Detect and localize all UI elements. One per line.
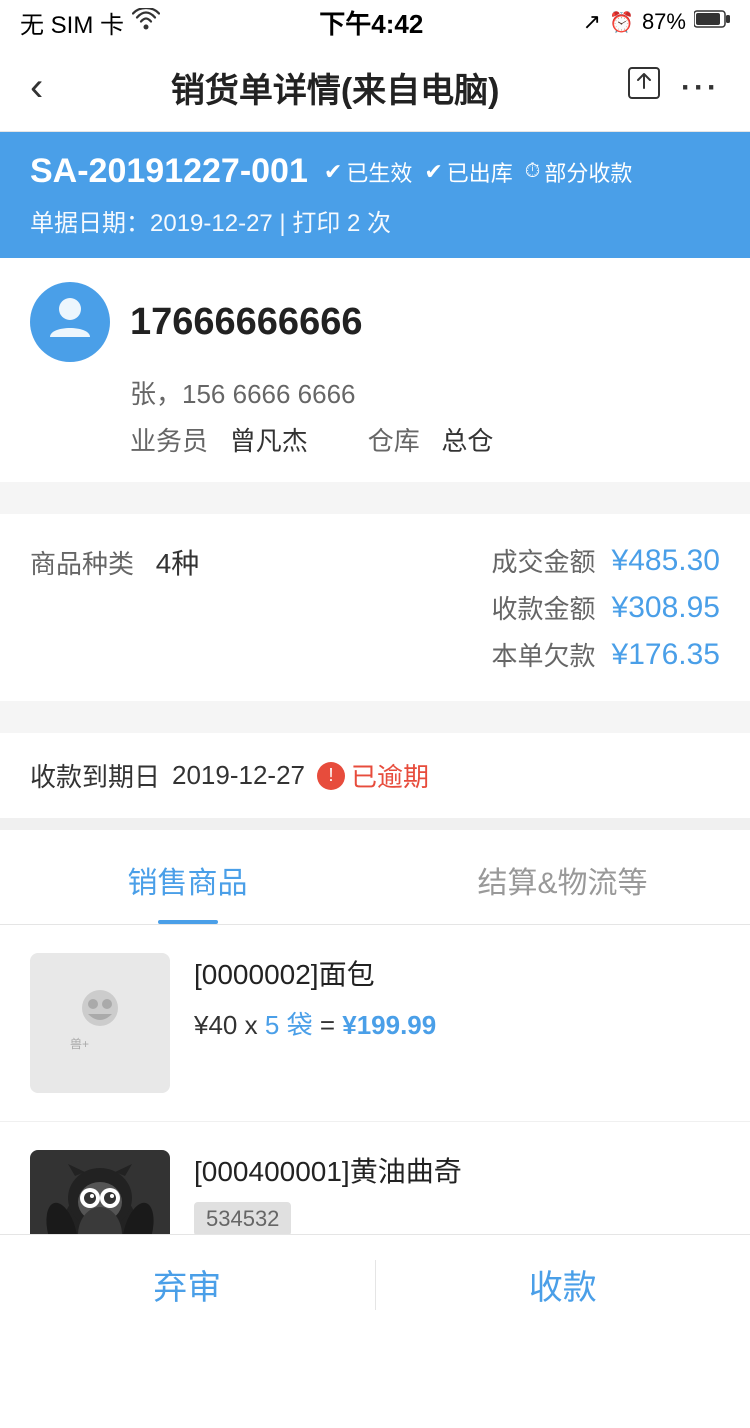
product-name-2: [000400001]黄油曲奇 [194,1150,720,1190]
share-button[interactable] [627,66,661,109]
badge-effective: ✔ 已生效 [324,156,412,188]
customer-name: 张，156 6666 6666 [130,374,720,411]
warehouse-value: 总仓 [441,426,493,456]
svg-text:兽+: 兽+ [70,1037,89,1051]
product-tag-2: 534532 [194,1202,291,1236]
product-qty-1: 5 袋 [265,1010,320,1040]
tabs-section: 销售商品 结算&物流等 [0,830,750,925]
amount-line: 成交金额 ¥485.30 [492,542,720,579]
thumb-placeholder-icon: 兽+ [60,976,140,1071]
status-time: 下午4:42 [319,4,423,41]
stats-right: 成交金额 ¥485.30 收款金额 ¥308.95 本单欠款 ¥176.35 [492,542,720,673]
debt-line: 本单欠款 ¥176.35 [492,636,720,673]
products-section: 兽+ [0000002]面包 ¥40 x 5 袋 = ¥199.99 [0,925,750,1428]
overdue-label: 收款到期日 [30,757,160,794]
tab-products[interactable]: 销售商品 [0,830,375,924]
amount-value: ¥485.30 [612,544,720,578]
stats-section: 商品种类 4种 成交金额 ¥485.30 收款金额 ¥308.95 本单欠款 ¥… [0,514,750,701]
overdue-section: 收款到期日 2019-12-27 ! 已逾期 [0,733,750,830]
sales-value: 曾凡杰 [230,426,308,456]
page-title: 销货单详情(来自电脑) [171,63,500,112]
product-info-1: [0000002]面包 ¥40 x 5 袋 = ¥199.99 [194,953,720,1042]
alarm-icon: ⏰ [609,10,634,35]
section-divider-2 [0,717,750,733]
amount-label: 成交金额 [492,542,596,579]
product-name-1: [0000002]面包 [194,953,720,993]
product-total-1: ¥199.99 [342,1010,436,1040]
warehouse-label: 仓库 总仓 [368,421,494,458]
header-date: 单据日期：2019-12-27 | 打印 2 次 [30,203,720,238]
nav-bar: ‹ 销货单详情(来自电脑) ··· [0,44,750,132]
overdue-badge: ! 已逾期 [317,757,429,794]
debt-label: 本单欠款 [492,636,596,673]
list-item: 兽+ [0000002]面包 ¥40 x 5 袋 = ¥199.99 [0,925,750,1122]
status-badges: ✔ 已生效 ✔ 已出库 ⏱ 部分收款 [324,156,633,188]
more-button[interactable]: ··· [681,71,720,105]
received-line: 收款金额 ¥308.95 [492,589,720,626]
overdue-status: 已逾期 [351,757,429,794]
bottom-bar: 弃审 收款 [0,1234,750,1334]
confirm-button[interactable]: 收款 [376,1260,750,1309]
customer-phone: 17666666666 [130,301,362,344]
debt-value: ¥176.35 [612,638,720,672]
product-type-label: 商品种类 4种 [30,542,199,582]
sales-label: 业务员 曾凡杰 [130,421,308,458]
product-price-1: ¥40 x 5 袋 = ¥199.99 [194,1005,720,1042]
back-button[interactable]: ‹ [30,65,43,110]
badge-partial: ⏱ 部分收款 [525,156,633,188]
status-icons: ↗ ⏰ 87% [583,8,730,36]
status-carrier: 无 SIM 卡 [20,5,160,40]
overdue-dot-icon: ! [317,762,345,790]
tab-settlement[interactable]: 结算&物流等 [375,830,750,924]
location-icon: ↗ [583,9,601,35]
product-thumbnail-1: 兽+ [30,953,170,1093]
overdue-date: 2019-12-27 [172,760,305,791]
wifi-icon [132,8,160,37]
customer-section: 17666666666 张，156 6666 6666 业务员 曾凡杰 仓库 总… [0,258,750,482]
status-bar: 无 SIM 卡 下午4:42 ↗ ⏰ 87% [0,0,750,44]
nav-actions: ··· [627,66,720,109]
cancel-button[interactable]: 弃审 [0,1260,375,1309]
bottom-spacer [0,1328,750,1428]
stats-left: 商品种类 4种 [30,542,199,586]
customer-meta: 业务员 曾凡杰 仓库 总仓 [130,421,720,458]
product-type-count: 4种 [156,548,200,579]
battery-percent: 87% [642,9,686,35]
received-value: ¥308.95 [612,591,720,625]
battery-icon [694,8,730,36]
section-divider-1 [0,498,750,514]
carrier-text: 无 SIM 卡 [20,5,124,40]
badge-shipped: ✔ 已出库 [424,156,512,188]
avatar [30,282,110,362]
header-banner: SA-20191227-001 ✔ 已生效 ✔ 已出库 ⏱ 部分收款 单据日期：… [0,132,750,258]
order-id: SA-20191227-001 [30,152,308,191]
avatar-icon [45,291,95,353]
received-label: 收款金额 [492,589,596,626]
